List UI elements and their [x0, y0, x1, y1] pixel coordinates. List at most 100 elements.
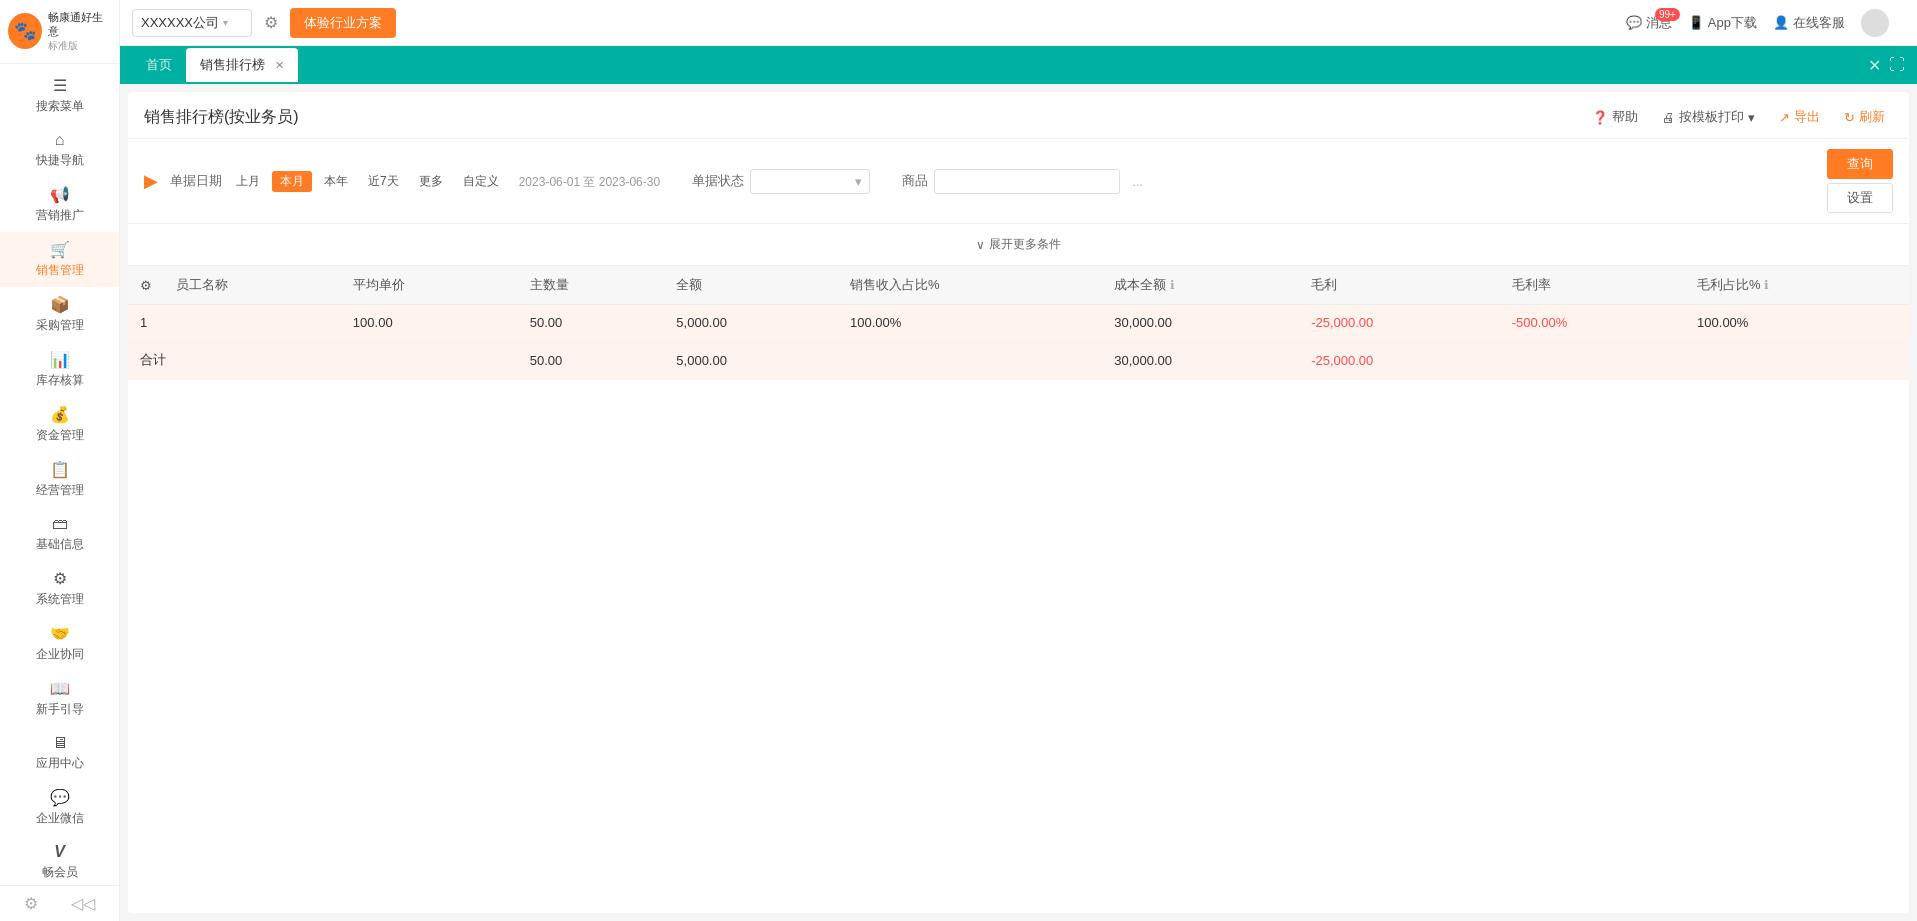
basics-icon: 🗃 [52, 515, 68, 533]
settings-bottom-icon[interactable]: ⚙ [24, 894, 38, 913]
app-download-action[interactable]: 📱 App下载 [1688, 14, 1757, 32]
cell-qty: 50.00 [518, 305, 665, 341]
sidebar-item-member[interactable]: V 畅会员 [0, 835, 119, 885]
footer-cost: 30,000.00 [1102, 341, 1299, 380]
system-icon: ⚙ [53, 569, 67, 588]
col-avg-price: 平均单价 [341, 266, 518, 305]
sidebar-item-sales[interactable]: 🛒 销售管理 [0, 232, 119, 287]
sidebar-item-label: 搜索菜单 [36, 98, 84, 115]
sidebar-item-apps[interactable]: 🖥 应用中心 [0, 726, 119, 780]
tab-sales-rank[interactable]: 销售排行榜 ✕ [186, 48, 298, 82]
help-label: 帮助 [1612, 108, 1638, 126]
goods-input[interactable] [934, 169, 1120, 194]
tab-sales-rank-label: 销售排行榜 [200, 56, 265, 74]
cost-info-icon: ℹ [1170, 278, 1175, 292]
sidebar-item-label: 快捷导航 [36, 152, 84, 169]
sidebar-item-basics[interactable]: 🗃 基础信息 [0, 507, 119, 561]
operations-icon: 📋 [50, 460, 70, 479]
page-actions: ❓ 帮助 🖨 按模板打印 ▾ ↗ 导出 ↻ 刷新 [1584, 104, 1893, 130]
goods-more-btn[interactable]: ... [1126, 170, 1149, 193]
sidebar-item-search[interactable]: ☰ 搜索菜单 [0, 68, 119, 123]
cell-avg-price: 100.00 [341, 305, 518, 341]
filter-bar: ▶ 单据日期 上月 本月 本年 近7天 更多 自定义 2023-06-01 至 … [128, 139, 1909, 224]
date-tab-last-month[interactable]: 上月 [228, 171, 268, 192]
sidebar-item-finance[interactable]: 💰 资金管理 [0, 397, 119, 452]
sidebar-item-operations[interactable]: 📋 经营管理 [0, 452, 119, 507]
marketing-icon: 📢 [50, 185, 70, 204]
purchase-icon: 📦 [50, 295, 70, 314]
finance-icon: 💰 [50, 405, 70, 424]
sidebar-item-newbie[interactable]: 📖 新手引导 [0, 671, 119, 726]
sidebar-item-label: 经营管理 [36, 482, 84, 499]
footer-gross-pct [1685, 341, 1909, 380]
logo-icon: 🐾 [8, 13, 42, 49]
online-service-label: 在线客服 [1793, 14, 1845, 32]
sidebar-item-inventory[interactable]: 📊 库存核算 [0, 342, 119, 397]
col-settings[interactable]: ⚙ [128, 266, 164, 305]
print-button[interactable]: 🖨 按模板打印 ▾ [1654, 104, 1763, 130]
logo-sub: 标准版 [48, 39, 111, 53]
gross-pct-info-icon: ℹ [1764, 278, 1769, 292]
tab-home-label: 首页 [146, 56, 172, 74]
date-tab-more[interactable]: 更多 [411, 171, 451, 192]
status-select[interactable] [750, 169, 870, 194]
date-tab-this-year[interactable]: 本年 [316, 171, 356, 192]
sidebar-item-label: 销售管理 [36, 262, 84, 279]
company-name: XXXXXX公司 [141, 14, 219, 32]
footer-label: 合计 [128, 341, 341, 380]
expand-conditions-button[interactable]: ∨ 展开更多条件 [968, 232, 1069, 257]
help-button[interactable]: ❓ 帮助 [1584, 104, 1646, 130]
company-selector[interactable]: XXXXXX公司 ▾ [132, 9, 252, 37]
expand-label: 展开更多条件 [989, 236, 1061, 253]
sidebar-item-label: 资金管理 [36, 427, 84, 444]
sidebar-item-purchase[interactable]: 📦 采购管理 [0, 287, 119, 342]
tab-close-icon[interactable]: ✕ [275, 59, 284, 72]
sidebar-item-wechat[interactable]: 💬 企业微信 [0, 780, 119, 835]
tabbar: 首页 销售排行榜 ✕ ✕ ⛶ [120, 46, 1917, 84]
sidebar-nav: ☰ 搜索菜单 ⌂ 快捷导航 📢 营销推广 🛒 销售管理 📦 采购管理 📊 库存核… [0, 64, 119, 885]
sidebar-item-label: 畅会员 [42, 864, 78, 881]
page-container: 销售排行榜(按业务员) ❓ 帮助 🖨 按模板打印 ▾ ↗ 导出 [128, 92, 1909, 913]
trial-button[interactable]: 体验行业方案 [290, 8, 396, 38]
print-chevron-icon: ▾ [1748, 110, 1755, 125]
filter-toggle-icon[interactable]: ▶ [144, 170, 158, 192]
set-button[interactable]: 设置 [1827, 183, 1893, 213]
table-body: 1 100.00 50.00 5,000.00 100.00% 30,000.0… [128, 305, 1909, 341]
date-tab-7days[interactable]: 近7天 [360, 171, 407, 192]
topbar-settings-icon[interactable]: ⚙ [264, 13, 278, 32]
logo-text: 畅康通好生意 [48, 10, 111, 39]
tab-close-window-icon[interactable]: ✕ [1868, 56, 1881, 75]
date-tab-this-month[interactable]: 本月 [272, 171, 312, 192]
user-avatar[interactable] [1861, 9, 1889, 37]
filter-actions: 查询 设置 [1827, 149, 1893, 213]
home-icon: ⌂ [55, 131, 65, 149]
messages-action[interactable]: 💬 消息 99+ [1626, 14, 1672, 32]
date-tab-custom[interactable]: 自定义 [455, 171, 507, 192]
sidebar-item-label: 营销推广 [36, 207, 84, 224]
sidebar-item-system[interactable]: ⚙ 系统管理 [0, 561, 119, 616]
wechat-icon: 💬 [50, 788, 70, 807]
message-badge: 99+ [1655, 8, 1680, 21]
footer-amount: 5,000.00 [664, 341, 838, 380]
col-amount: 全额 [664, 266, 838, 305]
export-button[interactable]: ↗ 导出 [1771, 104, 1828, 130]
sidebar-item-collab[interactable]: 🤝 企业协同 [0, 616, 119, 671]
query-button[interactable]: 查询 [1827, 149, 1893, 179]
collapse-icon[interactable]: ◁◁ [71, 894, 95, 913]
sidebar-item-marketing[interactable]: 📢 营销推广 [0, 177, 119, 232]
collab-icon: 🤝 [50, 624, 70, 643]
expand-down-icon: ∨ [976, 238, 985, 252]
status-select-wrapper [750, 169, 870, 194]
tab-maximize-icon[interactable]: ⛶ [1889, 56, 1905, 75]
footer-sales-pct [838, 341, 1102, 380]
app-download-label: App下载 [1708, 14, 1757, 32]
tab-home[interactable]: 首页 [132, 48, 186, 82]
data-table: ⚙ 员工名称 平均单价 主数量 全额 销售收入占比% 成本全额 ℹ 毛利 [128, 266, 1909, 380]
online-service-action[interactable]: 👤 在线客服 [1773, 14, 1845, 32]
date-range-display: 2023-06-01 至 2023-06-30 [519, 174, 660, 191]
sidebar-item-quick-nav[interactable]: ⌂ 快捷导航 [0, 123, 119, 177]
message-icon: 💬 [1626, 15, 1642, 30]
sidebar-bottom: ⚙ ◁◁ [0, 885, 119, 921]
refresh-button[interactable]: ↻ 刷新 [1836, 104, 1893, 130]
footer-gross: -25,000.00 [1299, 341, 1500, 380]
